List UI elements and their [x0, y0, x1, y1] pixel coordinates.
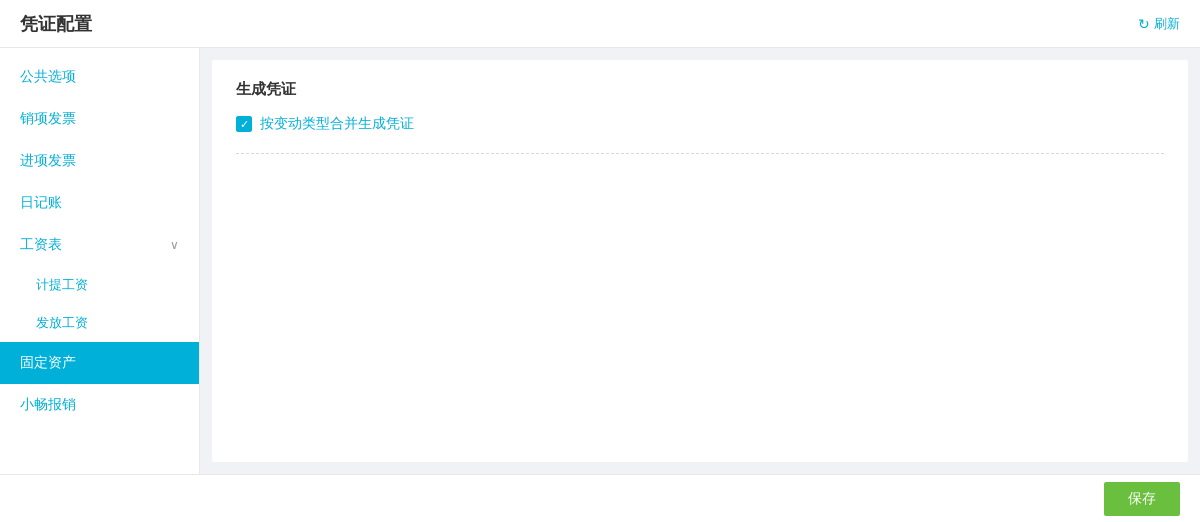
page-title: 凭证配置 [20, 12, 92, 36]
sidebar: 公共选项 销项发票 进项发票 日记账 工资表 ∨ 计提工资 发放工资 固定资 [0, 48, 200, 474]
sidebar-sub-item-label: 计提工资 [36, 277, 88, 292]
sidebar-item-label: 销项发票 [20, 110, 76, 128]
page-footer: 保存 [0, 474, 1200, 522]
sidebar-item-label: 工资表 [20, 236, 62, 254]
save-button[interactable]: 保存 [1104, 482, 1180, 516]
sidebar-item-label: 日记账 [20, 194, 62, 212]
check-mark-icon: ✓ [240, 119, 249, 130]
page-wrapper: 凭证配置 ↻ 刷新 公共选项 销项发票 进项发票 日记账 工资表 ∨ [0, 0, 1200, 522]
sidebar-sub-item-label: 发放工资 [36, 315, 88, 330]
merge-checkbox[interactable]: ✓ [236, 116, 252, 132]
section-title: 生成凭证 [236, 80, 1164, 99]
sidebar-item-label: 进项发票 [20, 152, 76, 170]
sidebar-item-purchase-invoice[interactable]: 进项发票 [0, 140, 199, 182]
sidebar-item-label: 小畅报销 [20, 396, 76, 414]
checkbox-row: ✓ 按变动类型合并生成凭证 [236, 115, 1164, 133]
sidebar-item-payroll-table[interactable]: 工资表 ∨ [0, 224, 199, 266]
sidebar-item-public-options[interactable]: 公共选项 [0, 56, 199, 98]
refresh-button[interactable]: ↻ 刷新 [1138, 15, 1180, 33]
sidebar-item-expense-claim[interactable]: 小畅报销 [0, 384, 199, 426]
checkbox-label[interactable]: 按变动类型合并生成凭证 [260, 115, 414, 133]
sidebar-item-sales-invoice[interactable]: 销项发票 [0, 98, 199, 140]
sidebar-item-journal[interactable]: 日记账 [0, 182, 199, 224]
section-divider [236, 153, 1164, 154]
content-area: 公共选项 销项发票 进项发票 日记账 工资表 ∨ 计提工资 发放工资 固定资 [0, 48, 1200, 474]
page-header: 凭证配置 ↻ 刷新 [0, 0, 1200, 48]
sidebar-item-pay-salary[interactable]: 发放工资 [0, 304, 199, 342]
sidebar-item-fixed-assets[interactable]: 固定资产 [0, 342, 199, 384]
sidebar-item-calc-salary[interactable]: 计提工资 [0, 266, 199, 304]
sidebar-item-label: 公共选项 [20, 68, 76, 86]
refresh-icon: ↻ [1138, 16, 1150, 32]
chevron-down-icon: ∨ [170, 238, 179, 252]
main-panel: 生成凭证 ✓ 按变动类型合并生成凭证 [212, 60, 1188, 462]
sidebar-item-label: 固定资产 [20, 354, 76, 372]
refresh-label: 刷新 [1154, 15, 1180, 33]
